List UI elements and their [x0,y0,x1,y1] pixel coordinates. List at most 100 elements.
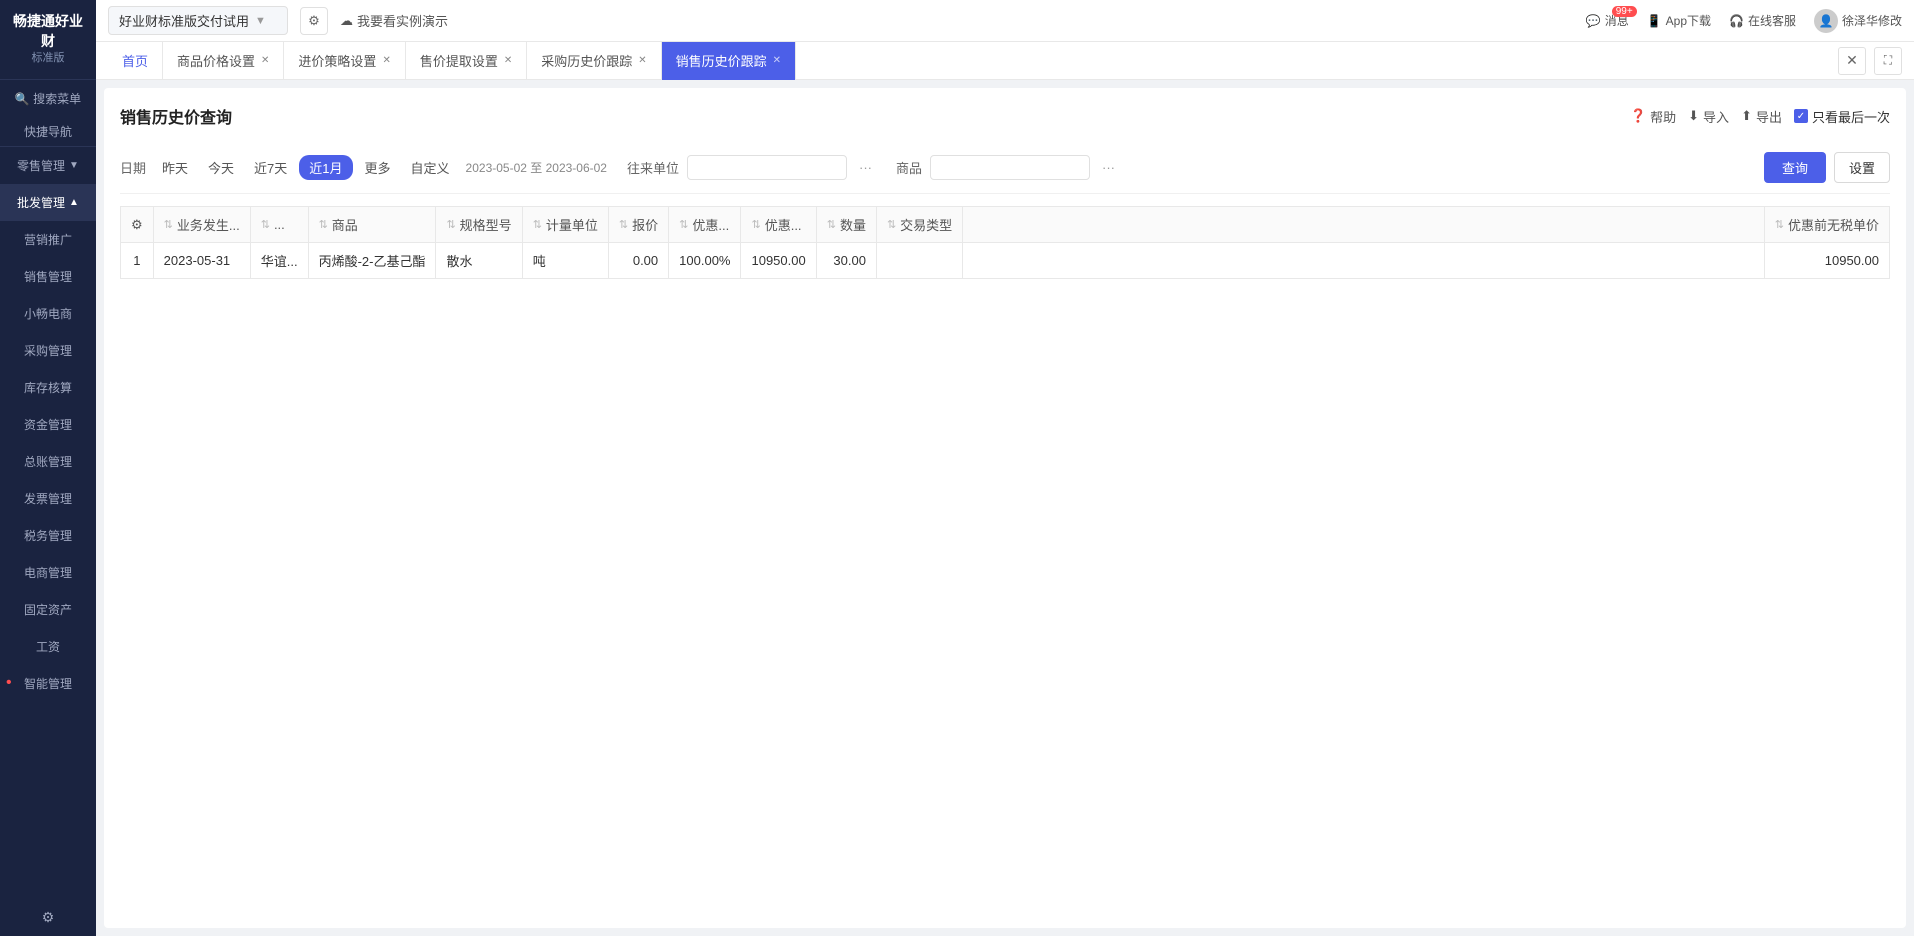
import-button[interactable]: ⬇ 导入 [1688,107,1729,126]
col-price-label: 报价 [632,215,658,234]
tabbar: 首页 商品价格设置 ✕ 进价策略设置 ✕ 售价提取设置 ✕ 采购历史价跟踪 ✕ … [96,42,1914,80]
only-last-checkbox[interactable]: ✓ 只看最后一次 [1794,107,1890,126]
retail-label: 零售管理 [17,157,65,174]
messages-badge: 99+ [1612,6,1637,17]
marketing-label: 营销推广 [24,231,72,248]
sidebar-item-tax[interactable]: 税务管理 [0,517,96,554]
col-quantity[interactable]: ⇅ 数量 [816,207,876,243]
sidebar-item-inventory[interactable]: 库存核算 [0,369,96,406]
version-selector[interactable]: 好业财标准版交付试用 ▼ [108,6,288,35]
col-product[interactable]: ⇅ 商品 [308,207,436,243]
topbar-right: 💬 消息 99+ 📱 App下载 🎧 在线客服 👤 徐泽华修改 [1586,9,1902,33]
sidebar-item-ecommerce-small[interactable]: 小畅电商 [0,295,96,332]
ecommerce-small-label: 小畅电商 [24,305,72,322]
table-header-row: ⚙ ⇅ 业务发生... ⇅ ... [121,207,1890,243]
online-service-label: 在线客服 [1748,12,1796,29]
logo-main-text: 畅捷通好业财 [8,12,88,51]
phone-icon: 📱 [1647,14,1662,28]
date-opt-today[interactable]: 今天 [200,155,242,180]
col-spec[interactable]: ⇅ 规格型号 [436,207,522,243]
sidebar-item-retail[interactable]: 零售管理 ▼ [0,147,96,184]
sidebar-item-invoice[interactable]: 发票管理 [0,480,96,517]
query-button[interactable]: 查询 [1764,152,1826,183]
gear-icon: ⚙ [42,909,55,925]
sort-icon: ⇅ [533,218,542,231]
sidebar-item-finance[interactable]: 资金管理 [0,406,96,443]
sidebar-item-salary[interactable]: 工资 [0,628,96,665]
settings-button[interactable]: ⚙ [300,7,328,35]
sidebar-item-purchase[interactable]: 采购管理 [0,332,96,369]
col-more[interactable]: ⇅ ... [250,207,308,243]
tab-product-price[interactable]: 商品价格设置 ✕ [163,42,284,80]
col-discount-rate[interactable]: ⇅ 优惠... [669,207,741,243]
sidebar-item-ecommerce[interactable]: 电商管理 [0,554,96,591]
date-opt-yesterday[interactable]: 昨天 [154,155,196,180]
tab-sale-price-extract[interactable]: 售价提取设置 ✕ [406,42,527,80]
search-label: 搜索菜单 [33,92,81,106]
sidebar-item-general-ledger[interactable]: 总账管理 [0,443,96,480]
close-icon[interactable]: ✕ [504,55,512,66]
avatar: 👤 [1814,9,1838,33]
tab-home[interactable]: 首页 [108,42,163,80]
user-menu[interactable]: 👤 徐泽华修改 [1814,9,1902,33]
gear-icon: ⚙ [308,13,320,29]
close-icon[interactable]: ✕ [773,55,781,66]
sort-icon: ⇅ [679,218,688,231]
sidebar-item-wholesale[interactable]: 批发管理 ▲ [0,184,96,221]
salary-label: 工资 [36,638,60,655]
demo-button[interactable]: ☁ 我要看实例演示 [340,11,448,30]
messages-button[interactable]: 💬 消息 99+ [1586,12,1629,29]
smart-label: 智能管理 [24,675,72,692]
date-range-text: 2023-05-02 至 2023-06-02 [466,159,607,176]
close-icon[interactable]: ✕ [261,55,269,66]
col-pretax-unit-price[interactable]: ⇅ 优惠前无税单价 [1764,207,1889,243]
cell-spacer [963,243,1765,279]
date-opt-more[interactable]: 更多 [357,155,399,180]
sidebar-item-sales[interactable]: 销售管理 [0,258,96,295]
online-service-button[interactable]: 🎧 在线客服 [1729,12,1796,29]
product-filter-group: 商品 ··· [896,155,1119,180]
col-price[interactable]: ⇅ 报价 [608,207,668,243]
tab-sales-history-label: 销售历史价跟踪 [676,51,767,70]
product-dots[interactable]: ··· [1098,160,1119,175]
product-input[interactable] [930,155,1090,180]
sidebar-settings-button[interactable]: ⚙ [0,899,96,936]
sidebar-quick-nav[interactable]: 快捷导航 [0,117,96,147]
sidebar-item-marketing[interactable]: 营销推广 [0,221,96,258]
date-opt-last1m[interactable]: 近1月 [299,155,352,180]
date-opt-custom[interactable]: 自定义 [403,155,458,180]
help-label: 帮助 [1650,107,1676,126]
supplier-input[interactable] [687,155,847,180]
general-ledger-label: 总账管理 [24,453,72,470]
export-button[interactable]: ⬆ 导出 [1741,107,1782,126]
data-table: ⚙ ⇅ 业务发生... ⇅ ... [120,206,1890,279]
sidebar-item-fixed-assets[interactable]: 固定资产 [0,591,96,628]
supplier-filter-group: 往来单位 ··· [627,155,876,180]
product-filter-label: 商品 [896,158,922,177]
app-download-button[interactable]: 📱 App下载 [1647,12,1711,29]
sort-icon: ⇅ [446,218,455,231]
col-trans-type[interactable]: ⇅ 交易类型 [876,207,962,243]
tab-sales-history[interactable]: 销售历史价跟踪 ✕ [662,42,796,80]
tab-purchase-history-label: 采购历史价跟踪 [541,51,632,70]
help-button[interactable]: ❓ 帮助 [1630,107,1676,126]
sidebar-search[interactable]: 🔍 搜索菜单 [0,80,96,117]
expand-button[interactable]: ⛶ [1874,47,1902,75]
avatar-icon: 👤 [1819,14,1834,28]
close-icon[interactable]: ✕ [638,55,646,66]
col-biz-date[interactable]: ⇅ 业务发生... [153,207,250,243]
col-spec-label: 规格型号 [460,215,512,234]
supplier-dots[interactable]: ··· [855,160,876,175]
col-unit[interactable]: ⇅ 计量单位 [522,207,608,243]
close-window-button[interactable]: ✕ [1838,47,1866,75]
settings-button[interactable]: 设置 [1834,152,1890,183]
sidebar-item-smart[interactable]: • 智能管理 [0,665,96,702]
tabbar-actions: ✕ ⛶ [1838,47,1902,75]
sort-icon: ⇅ [827,218,836,231]
date-opt-last7[interactable]: 近7天 [246,155,295,180]
tab-purchase-strategy[interactable]: 进价策略设置 ✕ [284,42,405,80]
col-discount-amt[interactable]: ⇅ 优惠... [741,207,816,243]
tab-purchase-history[interactable]: 采购历史价跟踪 ✕ [527,42,661,80]
col-settings[interactable]: ⚙ [121,207,154,243]
close-icon[interactable]: ✕ [382,55,390,66]
